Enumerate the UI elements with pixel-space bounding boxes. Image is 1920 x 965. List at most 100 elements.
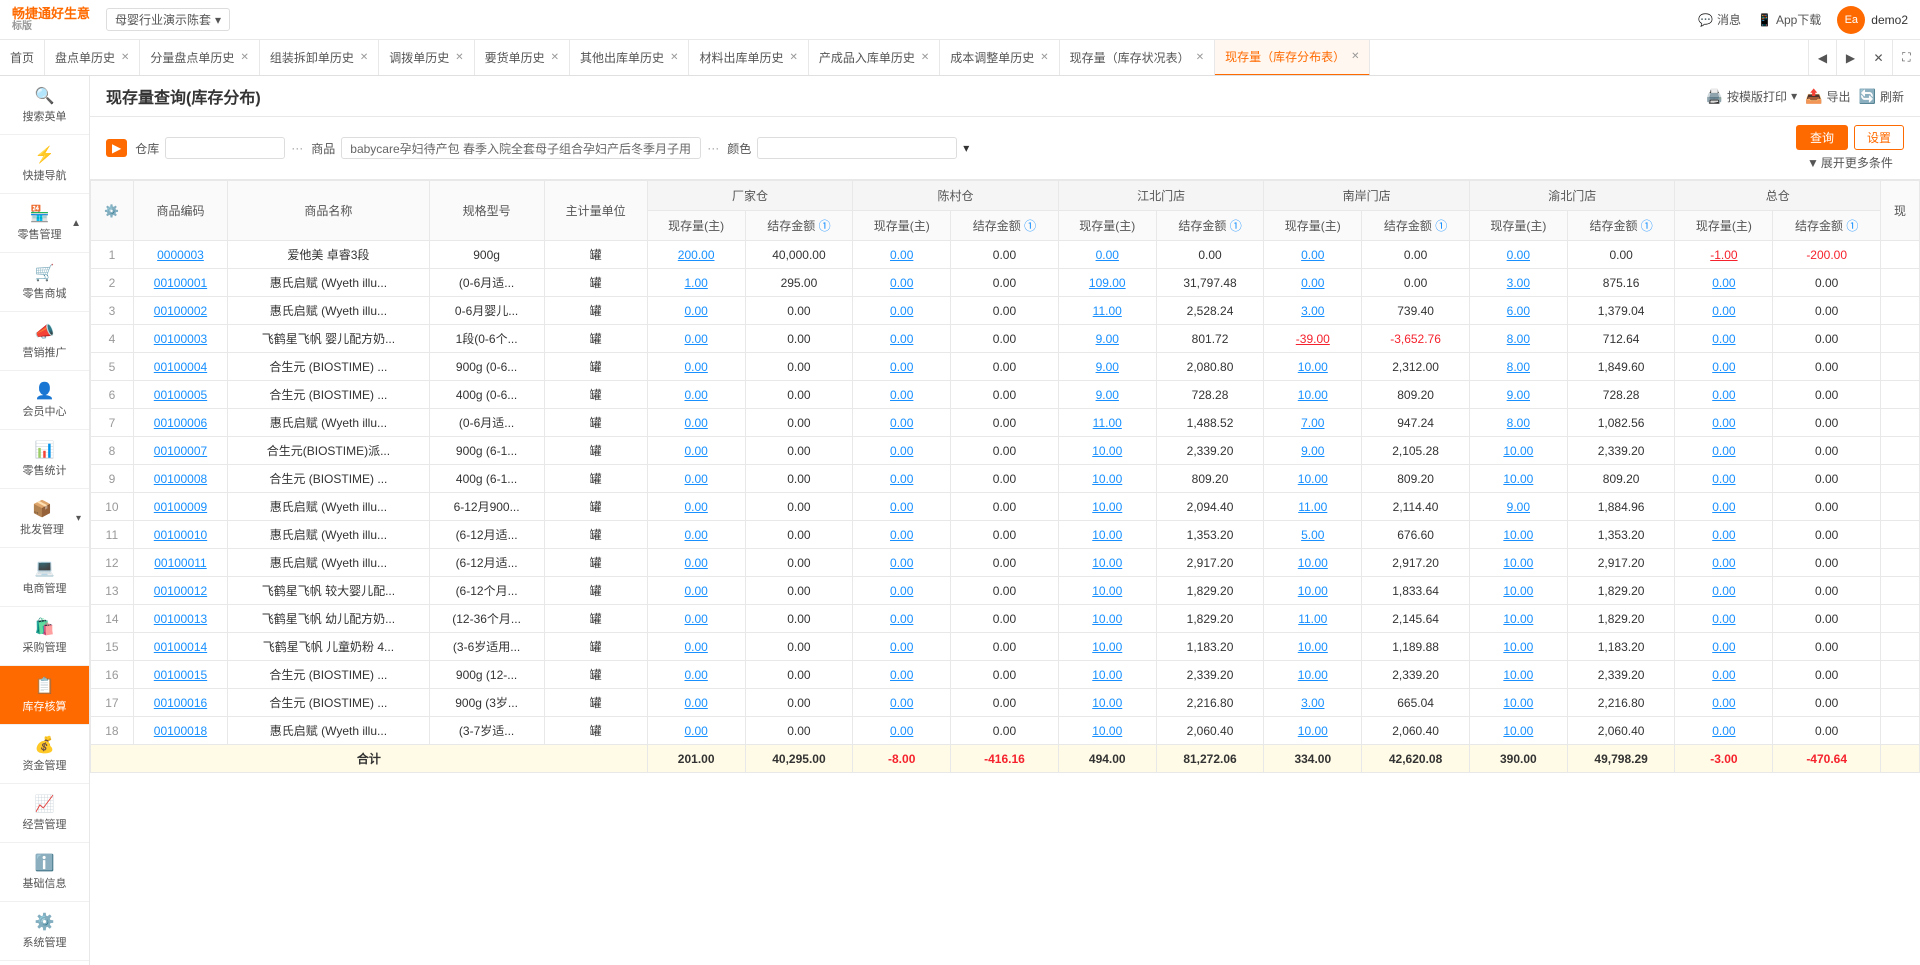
tab-close-icon[interactable]: ✕ (121, 52, 129, 63)
expand-more-btn[interactable]: ▼ 展开更多条件 (1807, 154, 1893, 171)
table-cell[interactable]: 10.00 (1058, 689, 1156, 717)
table-cell[interactable]: 0.00 (647, 493, 745, 521)
table-cell[interactable]: 10.00 (1058, 465, 1156, 493)
table-cell[interactable]: 10.00 (1058, 717, 1156, 745)
table-cell[interactable]: 9.00 (1058, 381, 1156, 409)
table-cell[interactable]: 0.00 (1264, 241, 1362, 269)
sidebar-item-retail-store[interactable]: 🛒 零售商城 (0, 253, 89, 312)
table-cell[interactable]: 10.00 (1264, 717, 1362, 745)
table-cell[interactable]: 00100016 (133, 689, 227, 717)
table-cell[interactable]: 0.00 (853, 493, 951, 521)
tab-home[interactable]: 首页 (0, 40, 45, 75)
table-cell[interactable]: 10.00 (1469, 437, 1567, 465)
table-cell[interactable]: 0.00 (647, 353, 745, 381)
tab-stock-status[interactable]: 现存量（库存状况表） ✕ (1060, 40, 1215, 75)
table-cell[interactable]: 0.00 (647, 605, 745, 633)
table-cell[interactable]: 9.00 (1469, 381, 1567, 409)
table-cell[interactable]: 0.00 (647, 661, 745, 689)
tab-material-out[interactable]: 材料出库单历史 ✕ (689, 40, 808, 75)
table-cell[interactable]: 10.00 (1469, 689, 1567, 717)
table-cell[interactable]: 0.00 (1675, 717, 1773, 745)
tab-close-icon[interactable]: ✕ (670, 52, 678, 63)
table-cell[interactable]: 0000003 (133, 241, 227, 269)
table-cell[interactable]: 0.00 (1675, 633, 1773, 661)
tab-close-icon[interactable]: ✕ (1351, 51, 1359, 62)
table-cell[interactable]: 11.00 (1058, 409, 1156, 437)
th-settings[interactable]: ⚙️ (91, 181, 134, 241)
table-cell[interactable]: 10.00 (1469, 717, 1567, 745)
table-cell[interactable]: 0.00 (647, 577, 745, 605)
tab-close-icon[interactable]: ✕ (1196, 52, 1204, 63)
table-cell[interactable]: 11.00 (1264, 493, 1362, 521)
tab-assemble[interactable]: 组装拆卸单历史 ✕ (260, 40, 379, 75)
tab-close-icon[interactable]: ✕ (455, 52, 463, 63)
table-cell[interactable]: 00100012 (133, 577, 227, 605)
tab-next-btn[interactable]: ▶ (1836, 40, 1864, 76)
table-cell[interactable]: 00100013 (133, 605, 227, 633)
table-cell[interactable]: 10.00 (1264, 353, 1362, 381)
table-cell[interactable]: 10.00 (1469, 577, 1567, 605)
table-cell[interactable]: 0.00 (647, 521, 745, 549)
table-cell[interactable]: 0.00 (853, 325, 951, 353)
table-cell[interactable]: 10.00 (1264, 661, 1362, 689)
sidebar-item-purchase[interactable]: 🛍️ 采购管理 (0, 607, 89, 666)
table-cell[interactable]: 0.00 (853, 381, 951, 409)
table-cell[interactable]: 1.00 (647, 269, 745, 297)
table-cell[interactable]: 0.00 (647, 549, 745, 577)
table-cell[interactable]: 10.00 (1058, 521, 1156, 549)
table-cell[interactable]: 10.00 (1469, 465, 1567, 493)
tab-stock-dist[interactable]: 现存量（库存分布表） ✕ (1215, 40, 1370, 75)
table-cell[interactable]: 00100005 (133, 381, 227, 409)
sidebar-item-wholesale[interactable]: 📦 批发管理 ▾ (0, 489, 89, 548)
tab-cost-adjust[interactable]: 成本调整单历史 ✕ (940, 40, 1059, 75)
table-cell[interactable]: 0.00 (647, 689, 745, 717)
table-cell[interactable]: 10.00 (1058, 605, 1156, 633)
color-input[interactable] (757, 137, 957, 159)
table-cell[interactable]: -1.00 (1675, 241, 1773, 269)
table-cell[interactable]: 0.00 (853, 521, 951, 549)
table-cell[interactable]: 00100010 (133, 521, 227, 549)
table-cell[interactable]: 00100007 (133, 437, 227, 465)
table-cell[interactable]: 10.00 (1058, 549, 1156, 577)
table-cell[interactable]: 0.00 (853, 409, 951, 437)
table-cell[interactable]: 0.00 (853, 297, 951, 325)
table-cell[interactable]: 5.00 (1264, 521, 1362, 549)
table-cell[interactable]: 10.00 (1264, 465, 1362, 493)
table-cell[interactable]: 0.00 (853, 661, 951, 689)
table-cell[interactable]: 10.00 (1469, 521, 1567, 549)
warehouse-dots[interactable]: ··· (291, 141, 303, 155)
table-cell[interactable]: 00100011 (133, 549, 227, 577)
table-cell[interactable]: 9.00 (1058, 353, 1156, 381)
tab-split-stocktake[interactable]: 分量盘点单历史 ✕ (140, 40, 259, 75)
table-cell[interactable]: 10.00 (1469, 605, 1567, 633)
table-cell[interactable]: 00100008 (133, 465, 227, 493)
settings-btn[interactable]: 设置 (1854, 125, 1904, 150)
warehouse-input[interactable] (165, 137, 285, 159)
table-cell[interactable]: 10.00 (1058, 633, 1156, 661)
table-cell[interactable]: 0.00 (1675, 297, 1773, 325)
sidebar-item-inventory[interactable]: 📋 库存核算 (0, 666, 89, 725)
table-cell[interactable]: 0.00 (647, 633, 745, 661)
table-cell[interactable]: 11.00 (1264, 605, 1362, 633)
table-cell[interactable]: 0.00 (647, 465, 745, 493)
table-cell[interactable]: 0.00 (1675, 493, 1773, 521)
table-cell[interactable]: 0.00 (647, 381, 745, 409)
table-cell[interactable]: 0.00 (853, 353, 951, 381)
table-cell[interactable]: 00100015 (133, 661, 227, 689)
user-area[interactable]: Ea demo2 (1837, 6, 1908, 34)
table-cell[interactable]: 7.00 (1264, 409, 1362, 437)
table-cell[interactable]: 10.00 (1469, 633, 1567, 661)
table-cell[interactable]: 3.00 (1264, 297, 1362, 325)
sidebar-item-marketing[interactable]: 📣 营销推广 (0, 312, 89, 371)
table-cell[interactable]: 0.00 (853, 689, 951, 717)
sidebar-item-retail-mgmt[interactable]: 🏪 零售管理 ▲ (0, 194, 89, 253)
table-cell[interactable]: 0.00 (853, 465, 951, 493)
tab-close-icon[interactable]: ✕ (921, 52, 929, 63)
table-cell[interactable]: 3.00 (1264, 689, 1362, 717)
table-cell[interactable]: 0.00 (853, 633, 951, 661)
table-cell[interactable]: 9.00 (1469, 493, 1567, 521)
tab-close-icon[interactable]: ✕ (360, 52, 368, 63)
table-cell[interactable]: 9.00 (1058, 325, 1156, 353)
table-cell[interactable]: 3.00 (1469, 269, 1567, 297)
table-cell[interactable]: 00100002 (133, 297, 227, 325)
